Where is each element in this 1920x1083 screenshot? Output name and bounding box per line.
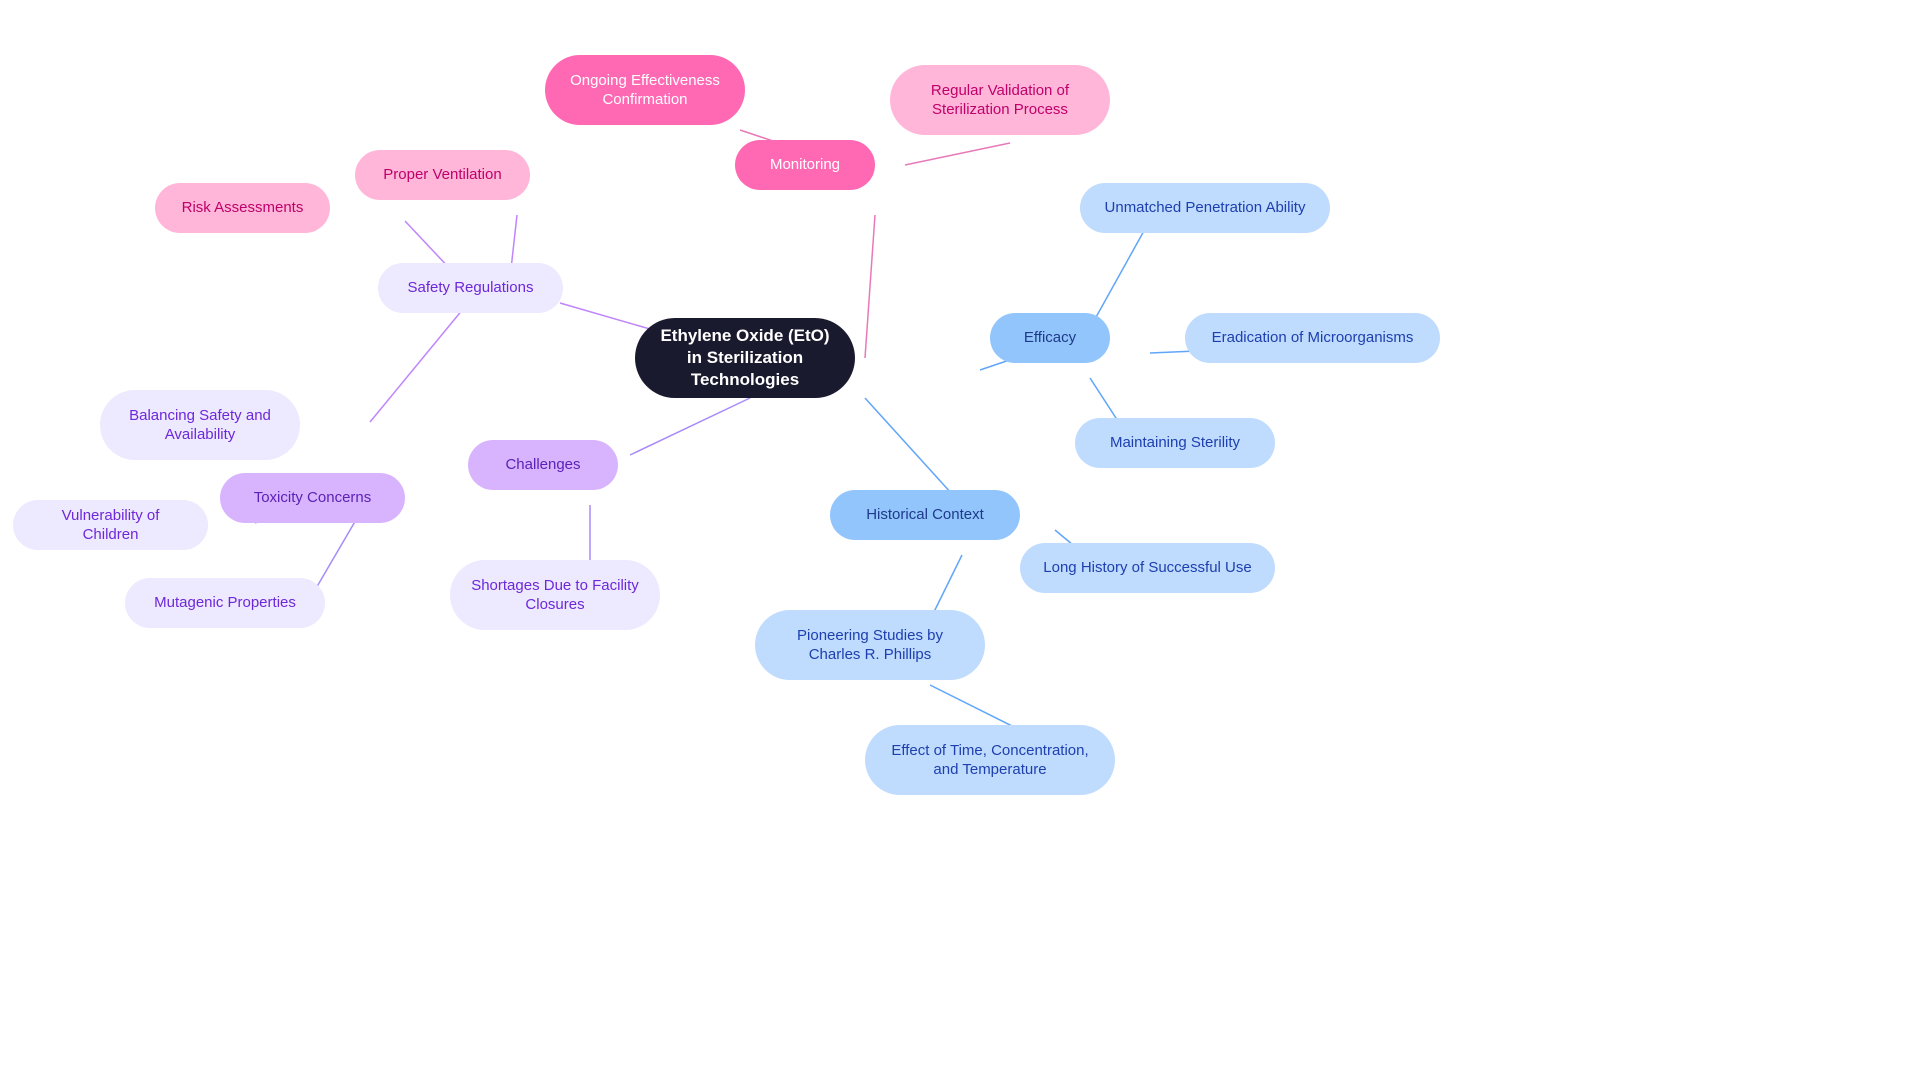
monitoring-label: Monitoring <box>770 155 840 175</box>
pioneering-label: Pioneering Studies by Charles R. Phillip… <box>775 626 965 665</box>
risk-assessments-label: Risk Assessments <box>182 198 304 218</box>
unmatched-label: Unmatched Penetration Ability <box>1105 198 1306 218</box>
regular-validation-label: Regular Validation of Sterilization Proc… <box>910 81 1090 120</box>
toxicity-node: Toxicity Concerns <box>220 473 405 523</box>
risk-assessments-node: Risk Assessments <box>155 183 330 233</box>
challenges-node: Challenges <box>468 440 618 490</box>
center-label: Ethylene Oxide (EtO) in Sterilization Te… <box>655 325 835 391</box>
center-node: Ethylene Oxide (EtO) in Sterilization Te… <box>635 318 855 398</box>
long-history-label: Long History of Successful Use <box>1043 558 1251 578</box>
balancing-node: Balancing Safety and Availability <box>100 390 300 460</box>
effect-time-node: Effect of Time, Concentration, and Tempe… <box>865 725 1115 795</box>
historical-node: Historical Context <box>830 490 1020 540</box>
toxicity-label: Toxicity Concerns <box>254 488 372 508</box>
regular-validation-node: Regular Validation of Sterilization Proc… <box>890 65 1110 135</box>
eradication-node: Eradication of Microorganisms <box>1185 313 1440 363</box>
balancing-label: Balancing Safety and Availability <box>120 406 280 445</box>
vulnerability-node: Vulnerability of Children <box>13 500 208 550</box>
proper-ventilation-node: Proper Ventilation <box>355 150 530 200</box>
challenges-label: Challenges <box>505 455 580 475</box>
safety-regulations-node: Safety Regulations <box>378 263 563 313</box>
safety-regulations-label: Safety Regulations <box>408 278 534 298</box>
proper-ventilation-label: Proper Ventilation <box>383 165 501 185</box>
monitoring-node: Monitoring <box>735 140 875 190</box>
effect-time-label: Effect of Time, Concentration, and Tempe… <box>885 741 1095 780</box>
maintaining-label: Maintaining Sterility <box>1110 433 1240 453</box>
ongoing-label: Ongoing Effectiveness Confirmation <box>565 71 725 110</box>
mutagenic-label: Mutagenic Properties <box>154 593 296 613</box>
pioneering-node: Pioneering Studies by Charles R. Phillip… <box>755 610 985 680</box>
shortages-node: Shortages Due to Facility Closures <box>450 560 660 630</box>
eradication-label: Eradication of Microorganisms <box>1212 328 1414 348</box>
maintaining-node: Maintaining Sterility <box>1075 418 1275 468</box>
efficacy-node: Efficacy <box>990 313 1110 363</box>
long-history-node: Long History of Successful Use <box>1020 543 1275 593</box>
mutagenic-node: Mutagenic Properties <box>125 578 325 628</box>
vulnerability-label: Vulnerability of Children <box>33 506 188 545</box>
historical-label: Historical Context <box>866 505 984 525</box>
ongoing-node: Ongoing Effectiveness Confirmation <box>545 55 745 125</box>
shortages-label: Shortages Due to Facility Closures <box>470 576 640 615</box>
efficacy-label: Efficacy <box>1024 328 1076 348</box>
unmatched-node: Unmatched Penetration Ability <box>1080 183 1330 233</box>
